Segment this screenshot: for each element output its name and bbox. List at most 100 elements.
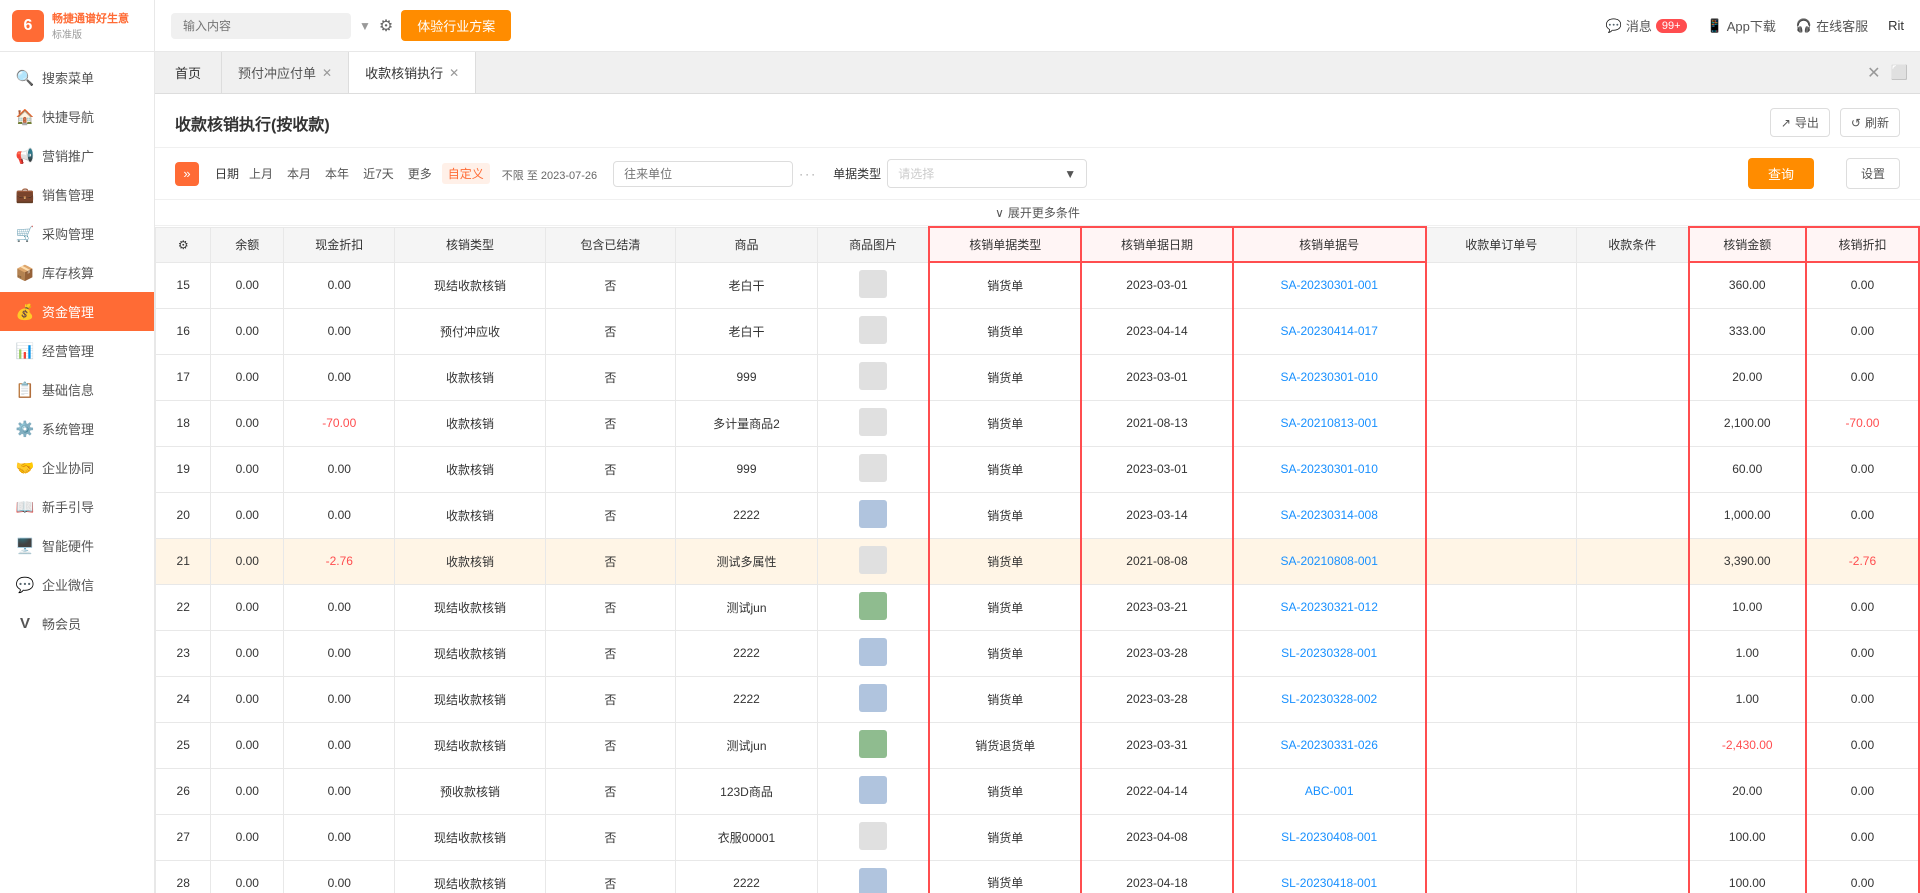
date-this-year[interactable]: 本年 xyxy=(321,163,353,184)
cell-included: 否 xyxy=(545,630,676,676)
tab-receipt-close[interactable]: ✕ xyxy=(449,66,459,80)
verify-no-link[interactable]: SL-20230418-001 xyxy=(1281,876,1377,890)
cell-receipt-order-no xyxy=(1426,584,1577,630)
cell-verify-bill-type: 销货单 xyxy=(929,538,1081,584)
solution-btn[interactable]: 体验行业方案 xyxy=(401,10,511,41)
cell-goods: 123D商品 xyxy=(676,768,817,814)
verify-no-link[interactable]: SL-20230328-002 xyxy=(1281,692,1377,706)
table-wrap[interactable]: ⚙ 余额 现金折扣 核销类型 包含已结清 商品 商品图片 核销单据类型 核销单据… xyxy=(155,226,1920,893)
cell-receipt-order-no xyxy=(1426,354,1577,400)
date-last-month[interactable]: 上月 xyxy=(245,163,277,184)
cell-included: 否 xyxy=(545,492,676,538)
verify-no-link[interactable]: SA-20210813-001 xyxy=(1280,416,1377,430)
cell-verify-type: 收款核销 xyxy=(395,492,545,538)
sidebar-item-system[interactable]: ⚙️ 系统管理 xyxy=(0,409,154,448)
sidebar-item-member[interactable]: V 畅会员 xyxy=(0,604,154,643)
sidebar-item-sales[interactable]: 💼 销售管理 xyxy=(0,175,154,214)
cell-verify-date: 2022-04-14 xyxy=(1081,768,1233,814)
verify-no-link[interactable]: ABC-001 xyxy=(1305,784,1354,798)
verify-no-link[interactable]: SA-20230331-026 xyxy=(1280,738,1377,752)
cell-goods: 老白干 xyxy=(676,308,817,354)
user-name[interactable]: Rit xyxy=(1888,18,1904,33)
cell-goods: 多计量商品2 xyxy=(676,400,817,446)
cell-verify-discount: -70.00 xyxy=(1806,400,1919,446)
partner-more-icon[interactable]: ··· xyxy=(799,167,817,181)
cell-verify-bill-type: 销货单 xyxy=(929,492,1081,538)
verify-no-link[interactable]: SA-20230314-008 xyxy=(1280,508,1377,522)
dropdown-arrow[interactable]: ▼ xyxy=(359,19,371,33)
cell-cash-discount: 0.00 xyxy=(284,722,395,768)
refresh-btn[interactable]: ↺ 刷新 xyxy=(1840,108,1900,137)
cell-goods-img xyxy=(817,446,929,492)
expand-more-btn[interactable]: ∨ 展开更多条件 xyxy=(995,204,1080,221)
date-this-month[interactable]: 本月 xyxy=(283,163,315,184)
date-7days[interactable]: 近7天 xyxy=(359,163,398,184)
table-row: 27 0.00 0.00 现结收款核销 否 衣服00001 销货单 2023-0… xyxy=(156,814,1920,860)
hardware-icon: 🖥️ xyxy=(16,537,34,555)
cell-verify-no: SA-20230301-010 xyxy=(1233,446,1426,492)
tab-prepay-close[interactable]: ✕ xyxy=(322,66,332,80)
cell-verify-bill-type: 销货单 xyxy=(929,814,1081,860)
settings-btn[interactable]: 设置 xyxy=(1846,158,1900,189)
verify-no-link[interactable]: SL-20230408-001 xyxy=(1281,830,1377,844)
sales-icon: 💼 xyxy=(16,186,34,204)
sidebar-logo: 6 畅捷通谱好生意 标准版 xyxy=(0,0,154,52)
close-window-btn[interactable]: ✕ xyxy=(1867,63,1880,83)
cell-cash-discount: -2.76 xyxy=(284,538,395,584)
cell-verify-amount: 1,000.00 xyxy=(1689,492,1806,538)
cell-verify-no: SL-20230328-001 xyxy=(1233,630,1426,676)
partner-input[interactable] xyxy=(613,161,793,187)
app-download-btn[interactable]: 📱 App下载 xyxy=(1707,16,1776,35)
sidebar-item-guide[interactable]: 📖 新手引导 xyxy=(0,487,154,526)
sidebar-item-inventory[interactable]: 📦 库存核算 xyxy=(0,253,154,292)
cell-verify-amount: 10.00 xyxy=(1689,584,1806,630)
cell-cash-discount: -70.00 xyxy=(284,400,395,446)
sidebar-item-purchase[interactable]: 🛒 采购管理 xyxy=(0,214,154,253)
sidebar-item-wechat[interactable]: 💬 企业微信 xyxy=(0,565,154,604)
search-input[interactable] xyxy=(171,13,351,39)
date-more[interactable]: 更多 xyxy=(404,163,436,184)
verify-no-link[interactable]: SA-20230301-001 xyxy=(1280,278,1377,292)
cell-included: 否 xyxy=(545,584,676,630)
verify-no-link[interactable]: SL-20230328-001 xyxy=(1281,646,1377,660)
sidebar-item-basic[interactable]: 📋 基础信息 xyxy=(0,370,154,409)
verify-no-link[interactable]: SA-20210808-001 xyxy=(1280,554,1377,568)
gear-icon[interactable]: ⚙ xyxy=(379,16,393,36)
logo-text: 畅捷通谱好生意 标准版 xyxy=(52,10,129,41)
sidebar-item-hardware[interactable]: 🖥️ 智能硬件 xyxy=(0,526,154,565)
cell-receipt-order-no xyxy=(1426,308,1577,354)
tab-receipt[interactable]: 收款核销执行 ✕ xyxy=(349,52,476,93)
sidebar-item-search[interactable]: 🔍 搜索菜单 xyxy=(0,58,154,97)
sidebar-item-quicknav[interactable]: 🏠 快捷导航 xyxy=(0,97,154,136)
table-row: 26 0.00 0.00 预收款核销 否 123D商品 销货单 2022-04-… xyxy=(156,768,1920,814)
query-btn[interactable]: 查询 xyxy=(1748,158,1814,189)
inventory-icon: 📦 xyxy=(16,264,34,282)
verify-no-link[interactable]: SA-20230321-012 xyxy=(1280,600,1377,614)
cell-verify-bill-type: 销货单 xyxy=(929,860,1081,893)
col-setting[interactable]: ⚙ xyxy=(156,227,211,262)
verify-no-link[interactable]: SA-20230414-017 xyxy=(1280,324,1377,338)
tab-prepay[interactable]: 预付冲应付单 ✕ xyxy=(222,52,349,93)
cell-verify-date: 2023-03-31 xyxy=(1081,722,1233,768)
cell-receipt-condition xyxy=(1576,308,1688,354)
verify-no-link[interactable]: SA-20230301-010 xyxy=(1280,462,1377,476)
date-custom[interactable]: 自定义 xyxy=(442,163,490,184)
sidebar-item-finance[interactable]: 💰 资金管理 xyxy=(0,292,154,331)
message-btn[interactable]: 💬 消息 99+ xyxy=(1606,16,1687,35)
cell-verify-discount: 0.00 xyxy=(1806,722,1919,768)
cell-verify-amount: 100.00 xyxy=(1689,814,1806,860)
cell-verify-discount: 0.00 xyxy=(1806,308,1919,354)
tab-home[interactable]: 首页 xyxy=(155,52,222,93)
maximize-btn[interactable]: ⬜ xyxy=(1891,64,1908,81)
sidebar-item-collab[interactable]: 🤝 企业协同 xyxy=(0,448,154,487)
cell-goods: 2222 xyxy=(676,492,817,538)
service-btn[interactable]: 🎧 在线客服 xyxy=(1796,16,1868,35)
date-filter-group: 日期 上月 本月 本年 近7天 更多 自定义 不限 至 2023-07-26 xyxy=(215,163,597,184)
sidebar-item-marketing[interactable]: 📢 营销推广 xyxy=(0,136,154,175)
filter-collapse-btn[interactable]: » xyxy=(175,162,199,186)
verify-no-link[interactable]: SA-20230301-010 xyxy=(1280,370,1377,384)
sidebar-item-business[interactable]: 📊 经营管理 xyxy=(0,331,154,370)
bill-type-select[interactable]: 请选择 ▼ xyxy=(887,159,1087,188)
cell-no: 28 xyxy=(156,860,211,893)
export-btn[interactable]: ↗ 导出 xyxy=(1770,108,1830,137)
